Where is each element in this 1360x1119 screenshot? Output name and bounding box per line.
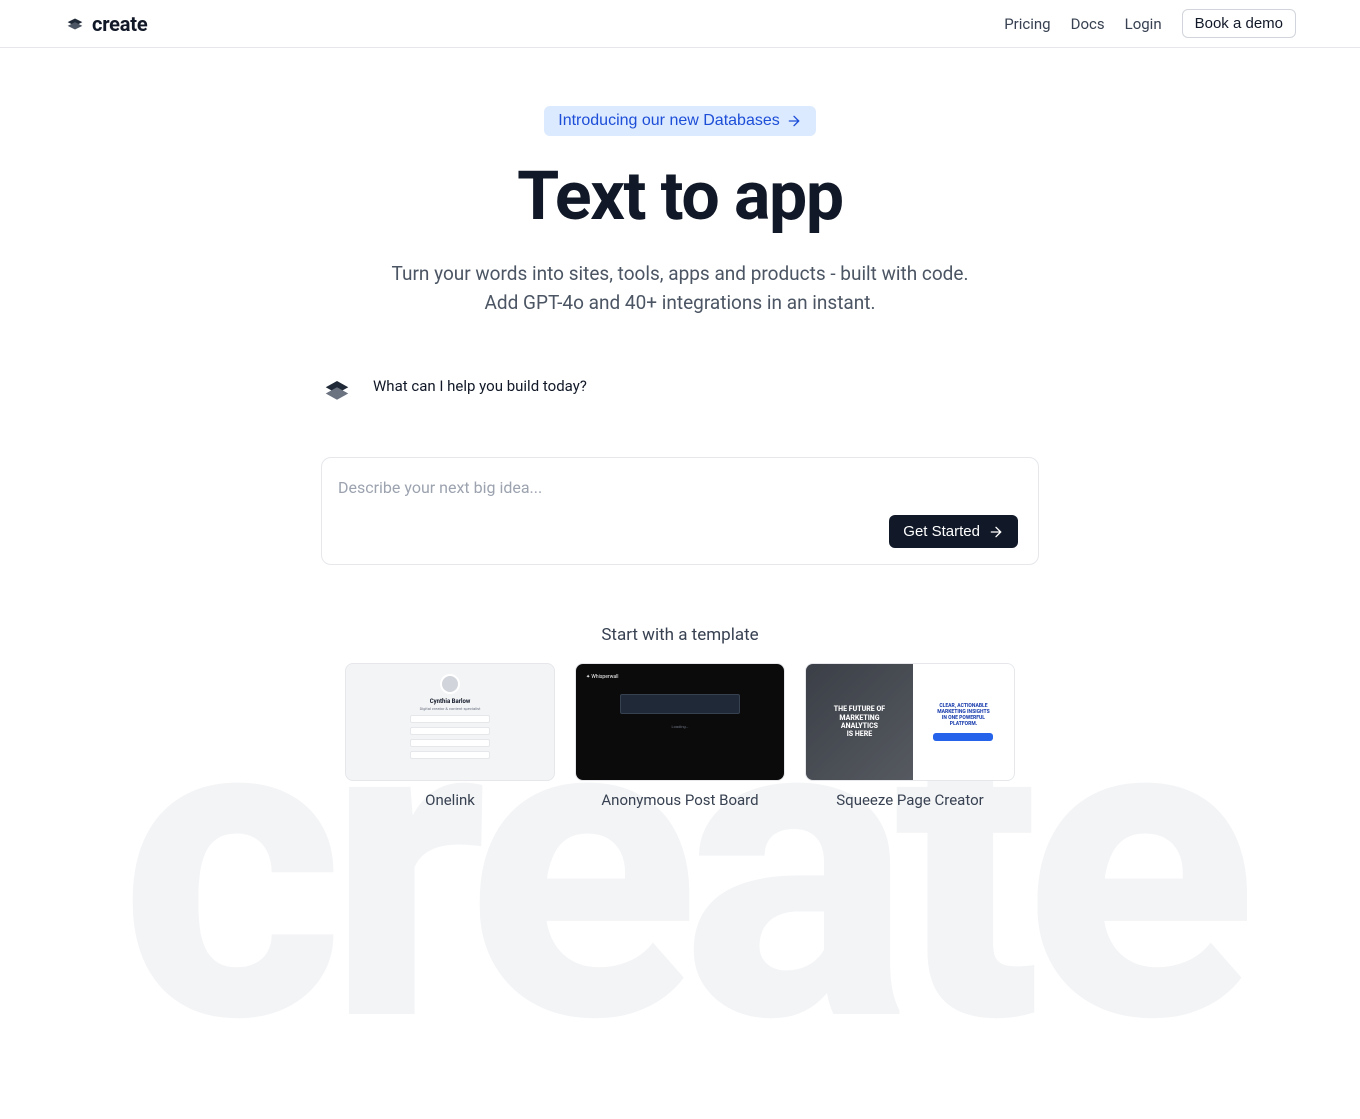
template-label: Anonymous Post Board: [575, 791, 785, 809]
assistant-avatar-icon: [321, 375, 353, 407]
nav: Pricing Docs Login Book a demo: [1004, 9, 1296, 38]
logo-text: create: [92, 12, 147, 36]
book-demo-button[interactable]: Book a demo: [1182, 9, 1296, 38]
logo-mark-icon: [64, 13, 86, 35]
announcement-pill[interactable]: Introducing our new Databases: [544, 106, 815, 136]
chat-prompt-text: What can I help you build today?: [373, 377, 587, 395]
template-thumb: ✦ Whisperwall Loading…: [575, 663, 785, 781]
header: create Pricing Docs Login Book a demo: [0, 0, 1360, 48]
subtitle-line1: Turn your words into sites, tools, apps …: [392, 260, 969, 289]
get-started-label: Get Started: [903, 523, 980, 540]
nav-login[interactable]: Login: [1125, 15, 1162, 33]
templates-heading: Start with a template: [601, 625, 758, 645]
template-thumb: Cynthia Barlow Digital creator & content…: [345, 663, 555, 781]
arrow-right-icon: [786, 113, 802, 129]
prompt-box: Get Started: [321, 457, 1039, 565]
template-label: Onelink: [345, 791, 555, 809]
template-label: Squeeze Page Creator: [805, 791, 1015, 809]
logo[interactable]: create: [64, 12, 147, 36]
subtitle: Turn your words into sites, tools, apps …: [392, 260, 969, 317]
template-card-squeeze-page-creator[interactable]: THE FUTURE OFMARKETINGANALYTICSIS HERE C…: [805, 663, 1015, 809]
hero: Introducing our new Databases Text to ap…: [0, 48, 1360, 809]
templates-row: Cynthia Barlow Digital creator & content…: [345, 663, 1015, 809]
subtitle-line2: Add GPT-4o and 40+ integrations in an in…: [392, 289, 969, 318]
template-thumb: THE FUTURE OFMARKETINGANALYTICSIS HERE C…: [805, 663, 1015, 781]
nav-docs[interactable]: Docs: [1071, 15, 1105, 33]
template-card-anonymous-post-board[interactable]: ✦ Whisperwall Loading… Anonymous Post Bo…: [575, 663, 785, 809]
page-title: Text to app: [517, 156, 843, 236]
idea-input[interactable]: [338, 478, 1018, 497]
prompt-actions: Get Started: [338, 515, 1018, 548]
nav-pricing[interactable]: Pricing: [1004, 15, 1050, 33]
chat-prompt-row: What can I help you build today?: [321, 377, 1039, 407]
arrow-right-icon: [988, 524, 1004, 540]
get-started-button[interactable]: Get Started: [889, 515, 1018, 548]
template-card-onelink[interactable]: Cynthia Barlow Digital creator & content…: [345, 663, 555, 809]
announcement-text: Introducing our new Databases: [558, 112, 779, 130]
